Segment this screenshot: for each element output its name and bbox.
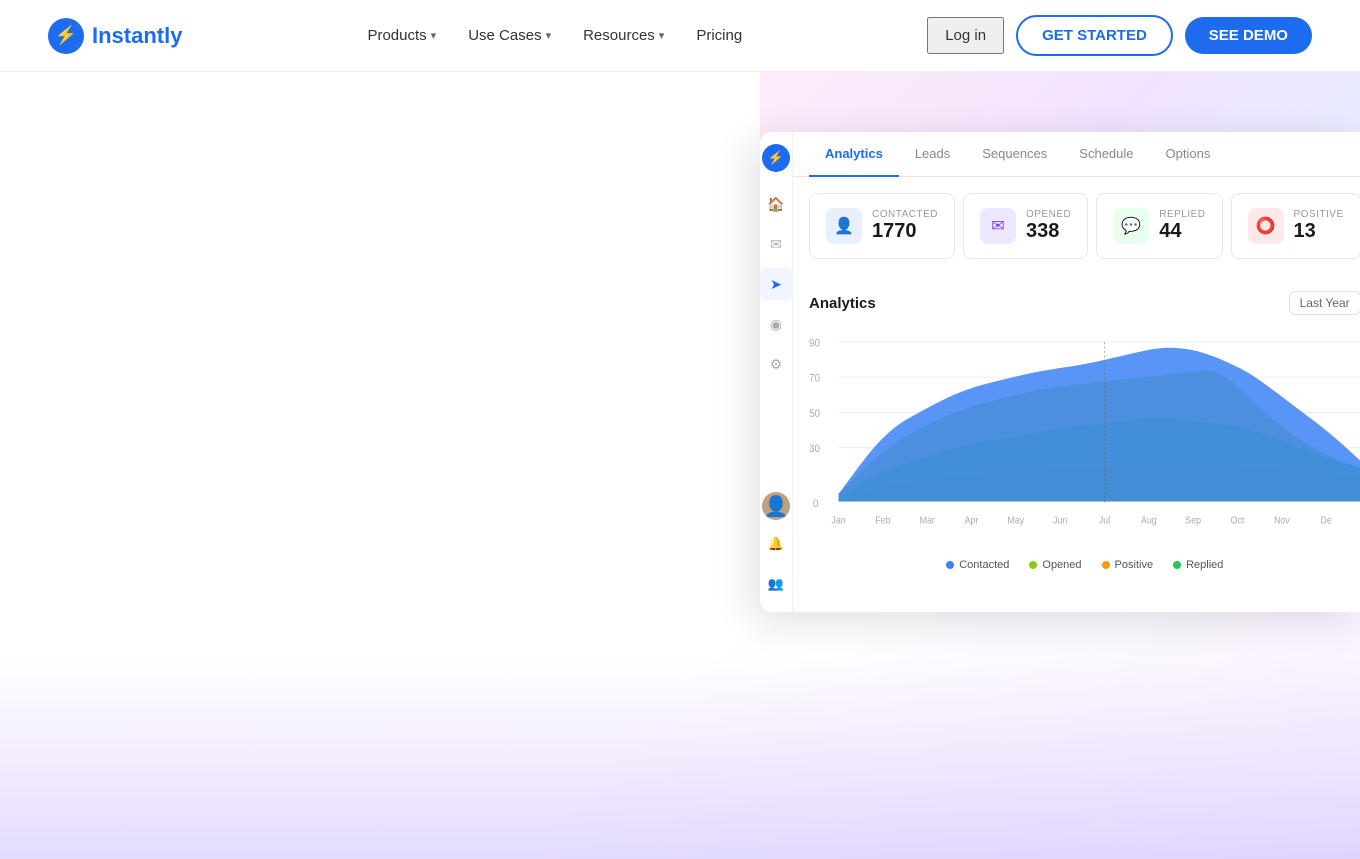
chart-container: 90 70 50 30 0 [809, 331, 1360, 551]
stat-positive: ⭕ POSITIVE 13 [1231, 193, 1360, 259]
app-sidebar: ⚡ 🏠 ✉ ➤ ◉ ⚙ 👤 🔔 👥 [760, 132, 793, 612]
opened-dot [1029, 561, 1037, 569]
svg-text:Oct: Oct [1231, 514, 1245, 526]
svg-text:Jan: Jan [831, 514, 845, 526]
user-avatar[interactable]: 👤 [762, 492, 790, 520]
bolt-icon: ⚡ [55, 25, 77, 46]
stat-replied: 💬 REPLIED 44 [1096, 193, 1222, 259]
svg-text:Jun: Jun [1053, 514, 1067, 526]
analytics-chart: 90 70 50 30 0 [809, 331, 1360, 551]
stats-row: 👤 CONTACTED 1770 ✉ OPENED 338 [793, 177, 1360, 275]
nav-item-pricing[interactable]: Pricing [696, 27, 742, 44]
tab-schedule[interactable]: Schedule [1063, 132, 1149, 177]
sidebar-item-analytics[interactable]: ◉ [760, 308, 792, 340]
svg-text:Nov: Nov [1274, 514, 1290, 526]
replied-dot [1173, 561, 1181, 569]
svg-text:May: May [1008, 514, 1025, 526]
sidebar-item-settings[interactable]: ⚙ [760, 348, 792, 380]
positive-dot [1102, 561, 1110, 569]
legend-positive: Positive [1102, 559, 1154, 571]
legend-contacted: Contacted [946, 559, 1009, 571]
svg-text:70: 70 [809, 373, 820, 385]
navbar: ⚡ Instantly Products ▾ Use Cases ▾ Resou… [0, 0, 1360, 72]
sidebar-item-mail[interactable]: ✉ [760, 228, 792, 260]
sidebar-item-campaigns[interactable]: ➤ [760, 268, 792, 300]
opened-icon: ✉ [980, 208, 1016, 244]
see-demo-button[interactable]: SEE DEMO [1185, 17, 1312, 54]
positive-icon: ⭕ [1248, 208, 1284, 244]
sidebar-item-home[interactable]: 🏠 [760, 188, 792, 220]
stat-positive-info: POSITIVE 13 [1294, 209, 1344, 243]
tab-analytics[interactable]: Analytics [809, 132, 899, 177]
tab-options[interactable]: Options [1150, 132, 1227, 177]
chart-legend: Contacted Opened Positive Replied [809, 551, 1360, 579]
svg-text:De: De [1321, 514, 1332, 526]
bolt-icon-sidebar: ⚡ [768, 150, 784, 166]
nav-actions: Log in GET STARTED SEE DEMO [927, 15, 1312, 56]
sidebar-logo-icon: ⚡ [762, 144, 790, 172]
nav-item-products[interactable]: Products ▾ [367, 27, 436, 44]
svg-text:0: 0 [813, 499, 819, 511]
analytics-panel: Analytics Last Year 9 [793, 275, 1360, 595]
nav-item-resources[interactable]: Resources ▾ [583, 27, 664, 44]
legend-replied: Replied [1173, 559, 1223, 571]
tab-sequences[interactable]: Sequences [966, 132, 1063, 177]
svg-text:50: 50 [809, 408, 820, 420]
stat-contacted-info: CONTACTED 1770 [872, 209, 938, 243]
svg-text:30: 30 [809, 444, 820, 456]
tab-leads[interactable]: Leads [899, 132, 966, 177]
sidebar-item-team[interactable]: 👥 [760, 568, 792, 600]
stat-opened-info: OPENED 338 [1026, 209, 1071, 243]
analytics-filter-button[interactable]: Last Year [1289, 291, 1360, 315]
svg-text:Sep: Sep [1185, 514, 1201, 526]
stat-contacted: 👤 CONTACTED 1770 [809, 193, 955, 259]
chevron-down-icon: ▾ [659, 29, 665, 42]
analytics-title: Analytics [809, 295, 876, 312]
analytics-header: Analytics Last Year [809, 291, 1360, 315]
get-started-button[interactable]: GET STARTED [1016, 15, 1173, 56]
replied-label: REPLIED [1159, 209, 1205, 220]
logo-text: Instantly [92, 23, 182, 49]
svg-text:Mar: Mar [920, 514, 935, 526]
app-window: ⚡ 🏠 ✉ ➤ ◉ ⚙ 👤 🔔 👥 Analyt [760, 132, 1360, 612]
svg-text:Apr: Apr [965, 514, 979, 526]
replied-value: 44 [1159, 220, 1205, 243]
contacted-label: CONTACTED [872, 209, 938, 220]
positive-value: 13 [1294, 220, 1344, 243]
svg-text:Jul: Jul [1099, 514, 1110, 526]
svg-text:Aug: Aug [1141, 514, 1157, 526]
login-button[interactable]: Log in [927, 17, 1004, 54]
opened-value: 338 [1026, 220, 1071, 243]
svg-text:Feb: Feb [875, 514, 890, 526]
contacted-value: 1770 [872, 220, 938, 243]
stat-replied-info: REPLIED 44 [1159, 209, 1205, 243]
chevron-down-icon: ▾ [431, 29, 437, 42]
contacted-dot [946, 561, 954, 569]
stat-opened: ✉ OPENED 338 [963, 193, 1088, 259]
positive-label: POSITIVE [1294, 209, 1344, 220]
contacted-icon: 👤 [826, 208, 862, 244]
logo-icon: ⚡ [48, 18, 84, 54]
logo[interactable]: ⚡ Instantly [48, 18, 182, 54]
legend-opened: Opened [1029, 559, 1081, 571]
svg-text:90: 90 [809, 338, 820, 350]
app-main-content: Analytics Leads Sequences Schedule Optio… [793, 132, 1360, 612]
app-tabs: Analytics Leads Sequences Schedule Optio… [793, 132, 1360, 177]
left-side [0, 72, 760, 859]
opened-label: OPENED [1026, 209, 1071, 220]
sidebar-item-notifications[interactable]: 🔔 [760, 528, 792, 560]
nav-item-use-cases[interactable]: Use Cases ▾ [468, 27, 551, 44]
app-preview: ⚡ 🏠 ✉ ➤ ◉ ⚙ 👤 🔔 👥 Analyt [760, 72, 1360, 859]
sidebar-bottom: 👤 🔔 👥 [760, 492, 792, 600]
replied-icon: 💬 [1113, 208, 1149, 244]
nav-links: Products ▾ Use Cases ▾ Resources ▾ Prici… [367, 27, 742, 44]
chevron-down-icon: ▾ [546, 29, 552, 42]
main-content: ⚡ 🏠 ✉ ➤ ◉ ⚙ 👤 🔔 👥 Analyt [0, 72, 1360, 859]
